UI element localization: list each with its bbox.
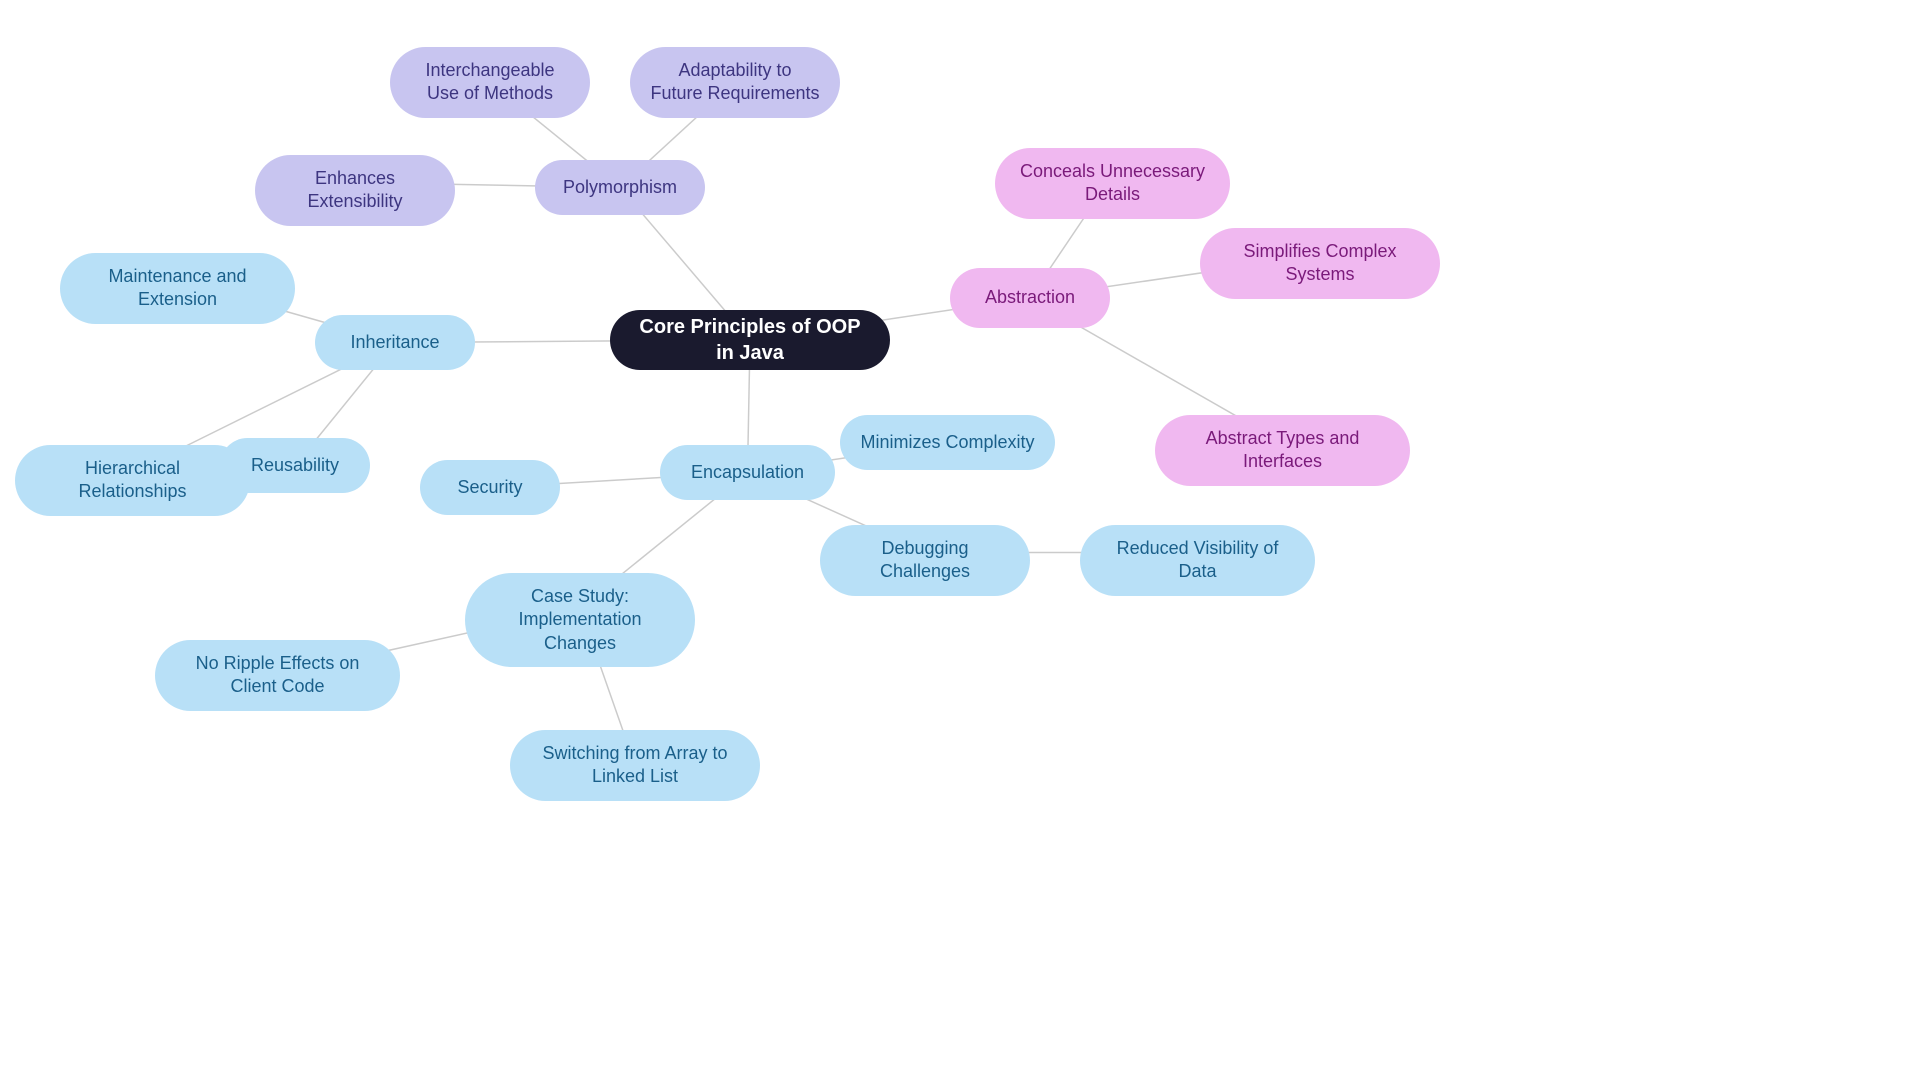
reduced-node: Reduced Visibility of Data — [1080, 525, 1315, 596]
maintenance-node: Maintenance and Extension — [60, 253, 295, 324]
switching-node: Switching from Array to Linked List — [510, 730, 760, 801]
debugging-node: Debugging Challenges — [820, 525, 1030, 596]
security-node: Security — [420, 460, 560, 515]
polymorphism-node: Polymorphism — [535, 160, 705, 215]
enhances-node: Enhances Extensibility — [255, 155, 455, 226]
interchangeable-node: Interchangeable Use of Methods — [390, 47, 590, 118]
abstraction-node: Abstraction — [950, 268, 1110, 328]
case-study-node: Case Study: Implementation Changes — [465, 573, 695, 667]
abstract-types-node: Abstract Types and Interfaces — [1155, 415, 1410, 486]
center-label: Core Principles of OOP in Java — [630, 314, 870, 366]
minimizes-node: Minimizes Complexity — [840, 415, 1055, 470]
reusability-node: Reusability — [220, 438, 370, 493]
simplifies-node: Simplifies Complex Systems — [1200, 228, 1440, 299]
hierarchical-node: Hierarchical Relationships — [15, 445, 250, 516]
adaptability-node: Adaptability to Future Requirements — [630, 47, 840, 118]
no-ripple-node: No Ripple Effects on Client Code — [155, 640, 400, 711]
inheritance-node: Inheritance — [315, 315, 475, 370]
conceals-node: Conceals Unnecessary Details — [995, 148, 1230, 219]
center-node: Core Principles of OOP in Java — [610, 310, 890, 370]
encapsulation-node: Encapsulation — [660, 445, 835, 500]
